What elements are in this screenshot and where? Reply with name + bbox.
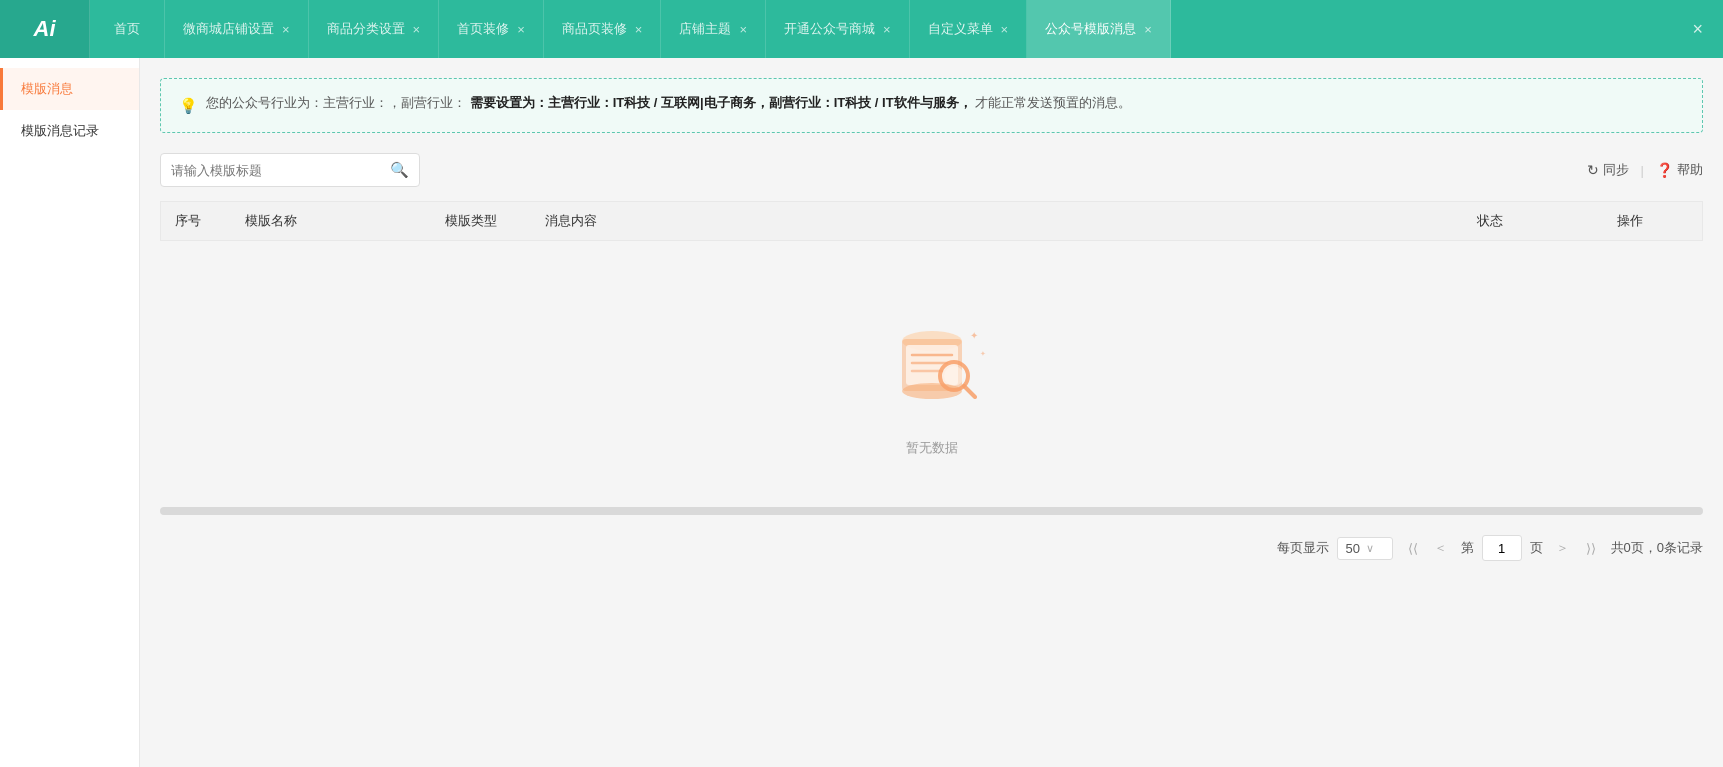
content-area: 💡 您的公众号行业为：主营行业：，副营行业： 需要设置为：主营行业：IT科技 /… (140, 58, 1723, 767)
sync-button[interactable]: ↻ 同步 (1587, 161, 1629, 179)
tab-homepage-decoration[interactable]: 首页装修 × (439, 0, 544, 58)
chevron-down-icon: ∨ (1366, 542, 1374, 555)
total-info: 共0页，0条记录 (1611, 539, 1703, 557)
tab-label: 开通公众号商城 (784, 20, 875, 38)
tab-close-category-settings[interactable]: × (413, 22, 421, 37)
page-label: 第 (1461, 539, 1474, 557)
sync-icon: ↻ (1587, 162, 1599, 178)
svg-text:✦: ✦ (980, 350, 986, 357)
empty-illustration: ✦ ✦ (872, 301, 992, 421)
empty-state: ✦ ✦ 暂无数据 (160, 241, 1703, 497)
tab-label: 店铺主题 (679, 20, 731, 38)
tab-close-open-mall[interactable]: × (883, 22, 891, 37)
col-header-type: 模版类型 (431, 202, 531, 241)
data-table: 序号模版名称模版类型消息内容状态操作 (160, 201, 1703, 241)
tab-home[interactable]: 首页 (90, 0, 165, 58)
tab-label: 商品分类设置 (327, 20, 405, 38)
tab-close-shop-theme[interactable]: × (739, 22, 747, 37)
page-unit: 页 (1530, 539, 1543, 557)
bulb-icon: 💡 (179, 94, 198, 118)
help-icon: ❓ (1656, 162, 1673, 178)
pagination: 每页显示 50 ∨ ⟨⟨ ＜ 第 页 ＞ ⟩⟩ 共0页，0条记录 (160, 527, 1703, 565)
help-button[interactable]: ❓ 帮助 (1656, 161, 1703, 179)
tab-bar: Ai 首页微商城店铺设置×商品分类设置×首页装修×商品页装修×店铺主题×开通公众… (0, 0, 1723, 58)
main-layout: 模版消息模版消息记录 💡 您的公众号行业为：主营行业：，副营行业： 需要设置为：… (0, 58, 1723, 767)
horizontal-scrollbar[interactable] (160, 507, 1703, 515)
search-bar: 🔍 ↻ 同步 | ❓ 帮助 (160, 153, 1703, 187)
page-navigation: ⟨⟨ ＜ 第 页 ＞ ⟩⟩ (1401, 535, 1603, 561)
svg-point-8 (944, 366, 964, 386)
tab-label: 商品页装修 (562, 20, 627, 38)
search-actions: ↻ 同步 | ❓ 帮助 (1587, 161, 1703, 179)
notice-banner: 💡 您的公众号行业为：主营行业：，副营行业： 需要设置为：主营行业：IT科技 /… (160, 78, 1703, 133)
svg-line-9 (964, 386, 975, 397)
tab-shop-theme[interactable]: 店铺主题 × (661, 0, 766, 58)
notice-highlight: 需要设置为：主营行业：IT科技 / 互联网|电子商务，副营行业：IT科技 / I… (470, 95, 972, 110)
tab-label: 微商城店铺设置 (183, 20, 274, 38)
tab-custom-menu[interactable]: 自定义菜单 × (910, 0, 1028, 58)
search-input-wrap[interactable]: 🔍 (160, 153, 420, 187)
page-size-value: 50 (1346, 541, 1360, 556)
col-header-name: 模版名称 (231, 202, 431, 241)
sync-label: 同步 (1603, 161, 1629, 179)
tab-shop-settings[interactable]: 微商城店铺设置 × (165, 0, 309, 58)
window-close-button[interactable]: × (1672, 19, 1723, 40)
sidebar-item-template-record[interactable]: 模版消息记录 (0, 110, 139, 152)
col-header-status: 状态 (1463, 202, 1603, 241)
tab-close-custom-menu[interactable]: × (1001, 22, 1009, 37)
tab-label: 自定义菜单 (928, 20, 993, 38)
divider: | (1641, 163, 1644, 178)
tab-category-settings[interactable]: 商品分类设置 × (309, 0, 440, 58)
tab-product-decoration[interactable]: 商品页装修 × (544, 0, 662, 58)
col-header-seq: 序号 (161, 202, 231, 241)
tab-close-product-decoration[interactable]: × (635, 22, 643, 37)
last-page-button[interactable]: ⟩⟩ (1579, 536, 1603, 560)
search-icon[interactable]: 🔍 (390, 161, 409, 179)
empty-text: 暂无数据 (906, 439, 958, 457)
notice-text: 您的公众号行业为：主营行业：，副营行业： 需要设置为：主营行业：IT科技 / 互… (206, 93, 1131, 114)
app-logo: Ai (0, 0, 90, 58)
col-header-content: 消息内容 (531, 202, 1463, 241)
col-header-action: 操作 (1603, 202, 1703, 241)
first-page-button[interactable]: ⟨⟨ (1401, 536, 1425, 560)
tab-label: 首页 (114, 20, 140, 38)
prev-page-button[interactable]: ＜ (1429, 536, 1453, 560)
tab-open-mall[interactable]: 开通公众号商城 × (766, 0, 910, 58)
next-page-button[interactable]: ＞ (1551, 536, 1575, 560)
sidebar-item-template-msg[interactable]: 模版消息 (0, 68, 139, 110)
page-number-input[interactable] (1482, 535, 1522, 561)
tab-close-shop-settings[interactable]: × (282, 22, 290, 37)
tab-label: 公众号模版消息 (1045, 20, 1136, 38)
search-input[interactable] (171, 163, 384, 178)
tab-label: 首页装修 (457, 20, 509, 38)
tab-template-msg[interactable]: 公众号模版消息 × (1027, 0, 1171, 58)
page-size-select[interactable]: 50 ∨ (1337, 537, 1393, 560)
page-size-label: 每页显示 (1277, 539, 1329, 557)
help-label: 帮助 (1677, 161, 1703, 179)
tab-close-template-msg[interactable]: × (1144, 22, 1152, 37)
sidebar: 模版消息模版消息记录 (0, 58, 140, 767)
tab-close-homepage-decoration[interactable]: × (517, 22, 525, 37)
svg-text:✦: ✦ (970, 330, 978, 341)
